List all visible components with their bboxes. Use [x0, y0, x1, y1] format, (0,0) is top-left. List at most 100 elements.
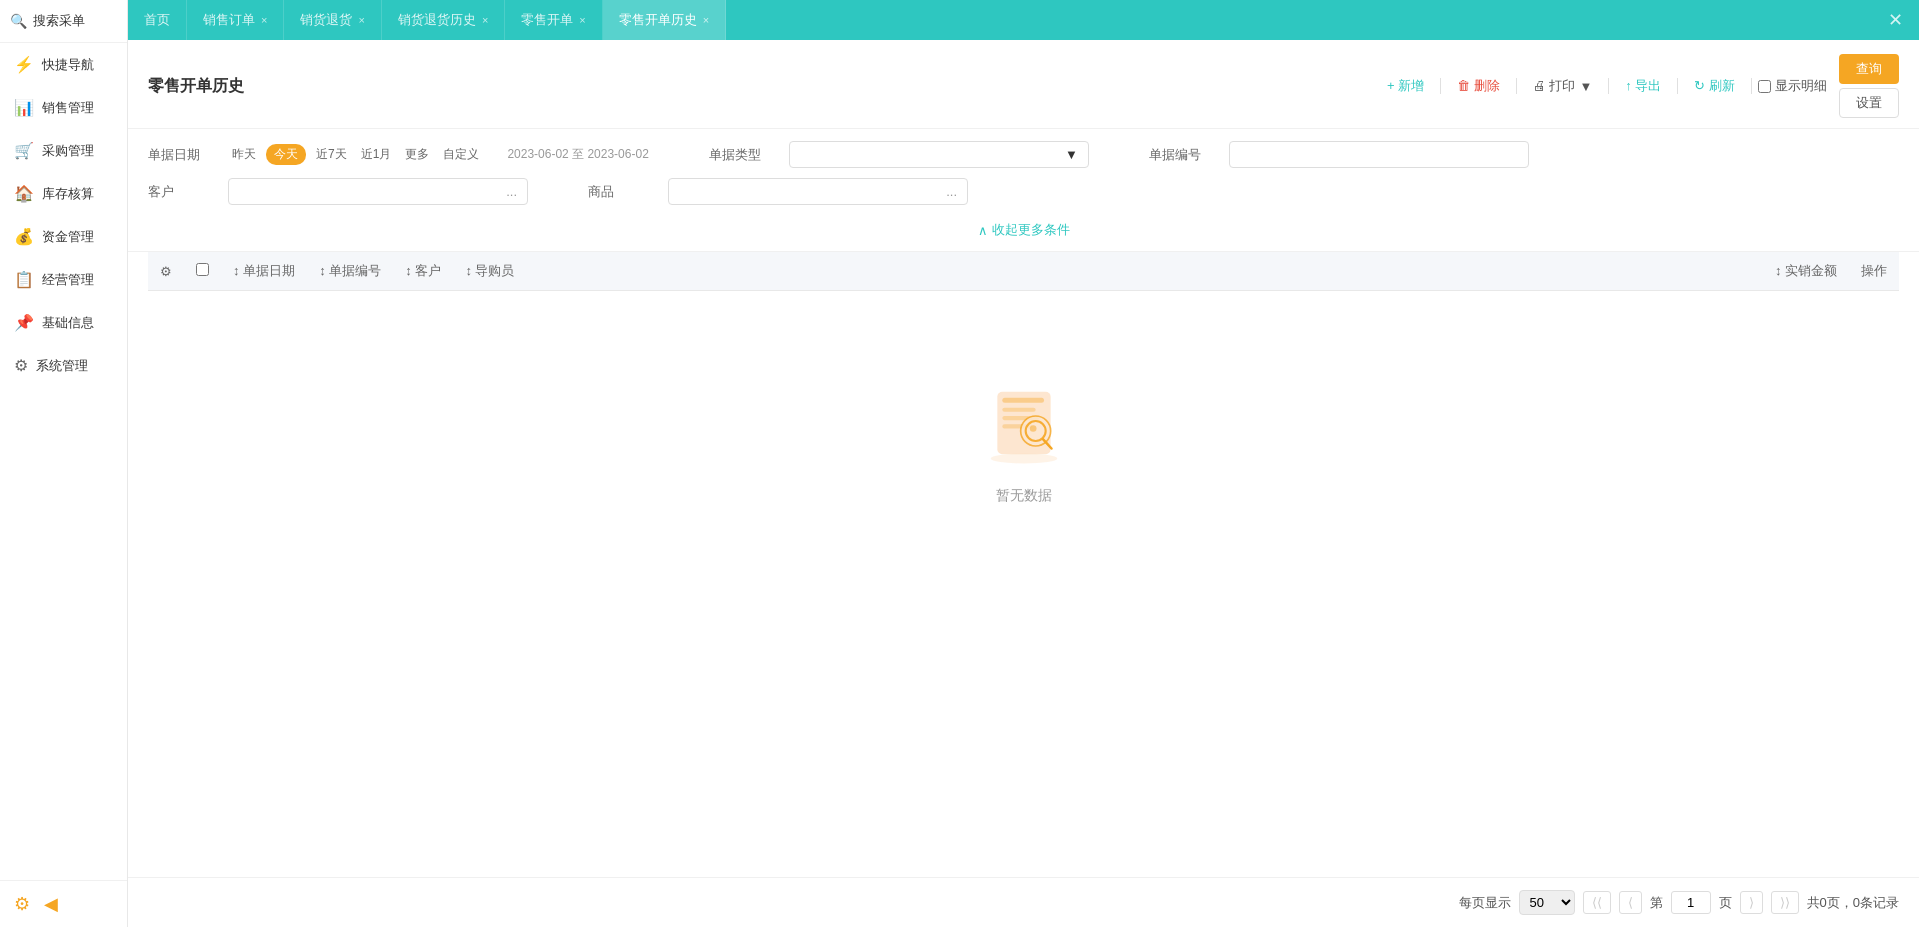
tab-label-sales-return: 销货退货 [300, 11, 352, 29]
sidebar-search[interactable]: 🔍 搜索采单 [0, 0, 127, 43]
tab-label-sales-return-history: 销货退货历史 [398, 11, 476, 29]
tab-close-sales-order[interactable]: × [261, 14, 267, 26]
empty-illustration [974, 371, 1074, 471]
select-all-checkbox[interactable] [196, 263, 209, 276]
col-amount: ↕ 实销金额 [1763, 252, 1849, 291]
page-input[interactable] [1671, 891, 1711, 914]
sidebar-item-finance[interactable]: 💰资金管理 [0, 215, 127, 258]
filter-row-1: 单据日期 昨天 今天 近7天 近1月 更多 自定义 2023-06-02 至 2… [148, 141, 1899, 168]
date-more[interactable]: 更多 [401, 144, 433, 165]
first-page-btn[interactable]: ⟨⟨ [1583, 891, 1611, 914]
sidebar-item-basic-info[interactable]: 📌基础信息 [0, 301, 127, 344]
export-button[interactable]: ↑ 导出 [1615, 72, 1671, 100]
tab-close-sales-return-history[interactable]: × [482, 14, 488, 26]
date-7days[interactable]: 近7天 [312, 144, 351, 165]
sidebar-item-sales-mgmt[interactable]: 📊销售管理 [0, 86, 127, 129]
date-custom[interactable]: 自定义 [439, 144, 483, 165]
sales-mgmt-label: 销售管理 [42, 99, 94, 117]
tab-sales-return[interactable]: 销货退货 × [284, 0, 381, 40]
display-toggle-checkbox[interactable] [1758, 80, 1771, 93]
goods-input[interactable]: ... [668, 178, 968, 205]
print-button[interactable]: 🖨 打印 ▼ [1523, 72, 1603, 100]
pagination-bar: 每页显示 50 10 20 100 ⟨⟨ ⟨ 第 页 ⟩ ⟩⟩ 共0页，0条记录 [128, 877, 1919, 927]
page-of-label: 页 [1719, 894, 1732, 912]
sidebar-search-label: 搜索采单 [33, 12, 85, 30]
empty-state: 暂无数据 [148, 291, 1899, 565]
col-salesperson: ↕ 导购员 [453, 252, 526, 291]
prev-page-btn[interactable]: ⟨ [1619, 891, 1642, 914]
inventory-icon: 🏠 [14, 184, 34, 203]
next-page-btn[interactable]: ⟩ [1740, 891, 1763, 914]
table-body: 暂无数据 [148, 291, 1899, 566]
filter-row-2: 客户 ... 商品 ... [148, 178, 1899, 205]
system-icon: ⚙ [14, 356, 28, 375]
divider [1440, 78, 1441, 94]
col-customer: ↕ 客户 [393, 252, 453, 291]
tab-label-sales-order: 销售订单 [203, 11, 255, 29]
footer-settings-icon[interactable]: ⚙ [14, 893, 30, 915]
date-today[interactable]: 今天 [266, 144, 306, 165]
tab-label-retail-open: 零售开单 [521, 11, 573, 29]
operations-icon: 📋 [14, 270, 34, 289]
refresh-button[interactable]: ↻ 刷新 [1684, 72, 1745, 100]
type-filter-label: 单据类型 [709, 146, 769, 164]
last-page-btn[interactable]: ⟩⟩ [1771, 891, 1799, 914]
tab-sales-return-history[interactable]: 销货退货历史 × [382, 0, 505, 40]
svg-rect-2 [1002, 398, 1044, 403]
tab-close-sales-return[interactable]: × [358, 14, 364, 26]
customer-ellipsis[interactable]: ... [506, 184, 517, 199]
sidebar-item-inventory[interactable]: 🏠库存核算 [0, 172, 127, 215]
settings-button[interactable]: 设置 [1839, 88, 1899, 118]
main-area: 首页 销售订单 × 销货退货 × 销货退货历史 × 零售开单 × 零售开单历史 × ✕ 零售开单历史… [128, 0, 1919, 927]
sidebar-item-quick-nav[interactable]: ⚡快捷导航 [0, 43, 127, 86]
customer-input[interactable]: ... [228, 178, 528, 205]
date-filter-label: 单据日期 [148, 146, 208, 164]
type-select[interactable]: ▼ [789, 141, 1089, 168]
tab-close-retail-open[interactable]: × [579, 14, 585, 26]
search-icon: 🔍 [10, 13, 27, 29]
col-actions: 操作 [1849, 252, 1899, 291]
tab-retail-open[interactable]: 零售开单 × [505, 0, 602, 40]
svg-rect-3 [1002, 408, 1035, 412]
table-head: ⚙ ↕ 单据日期 ↕ 单据编号 ↕ 客户 [148, 252, 1899, 291]
display-toggle[interactable]: 显示明细 [1758, 77, 1827, 95]
customer-filter-label: 客户 [148, 183, 208, 201]
divider5 [1751, 78, 1752, 94]
date-range-display: 2023-06-02 至 2023-06-02 [507, 146, 648, 163]
per-page-select[interactable]: 50 10 20 100 [1519, 890, 1575, 915]
window-close-button[interactable]: ✕ [1888, 9, 1903, 31]
date-1month[interactable]: 近1月 [357, 144, 396, 165]
sidebar-item-operations[interactable]: 📋 经营管理 [0, 258, 127, 301]
operations-label: 经营管理 [42, 271, 94, 289]
delete-button[interactable]: 🗑 删除 [1447, 72, 1510, 100]
finance-icon: 💰 [14, 227, 34, 246]
date-yesterday[interactable]: 昨天 [228, 144, 260, 165]
tab-home[interactable]: 首页 [128, 0, 187, 40]
col-spacer [527, 252, 1763, 291]
goods-ellipsis[interactable]: ... [946, 184, 957, 199]
tab-label-home: 首页 [144, 11, 170, 29]
total-label: 共0页，0条记录 [1807, 894, 1899, 912]
query-button[interactable]: 查询 [1839, 54, 1899, 84]
tab-sales-order[interactable]: 销售订单 × [187, 0, 284, 40]
tab-label-retail-open-history: 零售开单历史 [619, 11, 697, 29]
new-button[interactable]: + 新增 [1377, 72, 1434, 100]
tab-retail-open-history[interactable]: 零售开单历史 × [603, 0, 726, 40]
page-label: 第 [1650, 894, 1663, 912]
empty-text: 暂无数据 [996, 487, 1052, 505]
sidebar-nav: ⚡快捷导航📊销售管理🛒采购管理🏠库存核算💰资金管理 📋 经营管理 📌基础信息⚙系统管理 [0, 43, 127, 880]
sidebar: 🔍 搜索采单 ⚡快捷导航📊销售管理🛒采购管理🏠库存核算💰资金管理 📋 经营管理 📌基础… [0, 0, 128, 927]
number-input[interactable] [1229, 141, 1529, 168]
sidebar-item-purchase-mgmt[interactable]: 🛒采购管理 [0, 129, 127, 172]
collapse-button[interactable]: ∧ 收起更多条件 [978, 221, 1070, 239]
col-number: ↕ 单据编号 [307, 252, 393, 291]
svg-point-9 [1029, 425, 1036, 432]
data-table: ⚙ ↕ 单据日期 ↕ 单据编号 ↕ 客户 [148, 252, 1899, 565]
sidebar-item-system[interactable]: ⚙系统管理 [0, 344, 127, 387]
topbar-right: ✕ [1888, 9, 1919, 31]
header-actions: + 新增 🗑 删除 🖨 打印 ▼ ↑ 导出 ↻ 刷新 显示明细 查 [1377, 54, 1899, 118]
tab-close-retail-open-history[interactable]: × [703, 14, 709, 26]
table-area: ⚙ ↕ 单据日期 ↕ 单据编号 ↕ 客户 [128, 252, 1919, 877]
table-settings-icon[interactable]: ⚙ [160, 264, 172, 279]
footer-collapse-icon[interactable]: ◀ [44, 893, 58, 915]
